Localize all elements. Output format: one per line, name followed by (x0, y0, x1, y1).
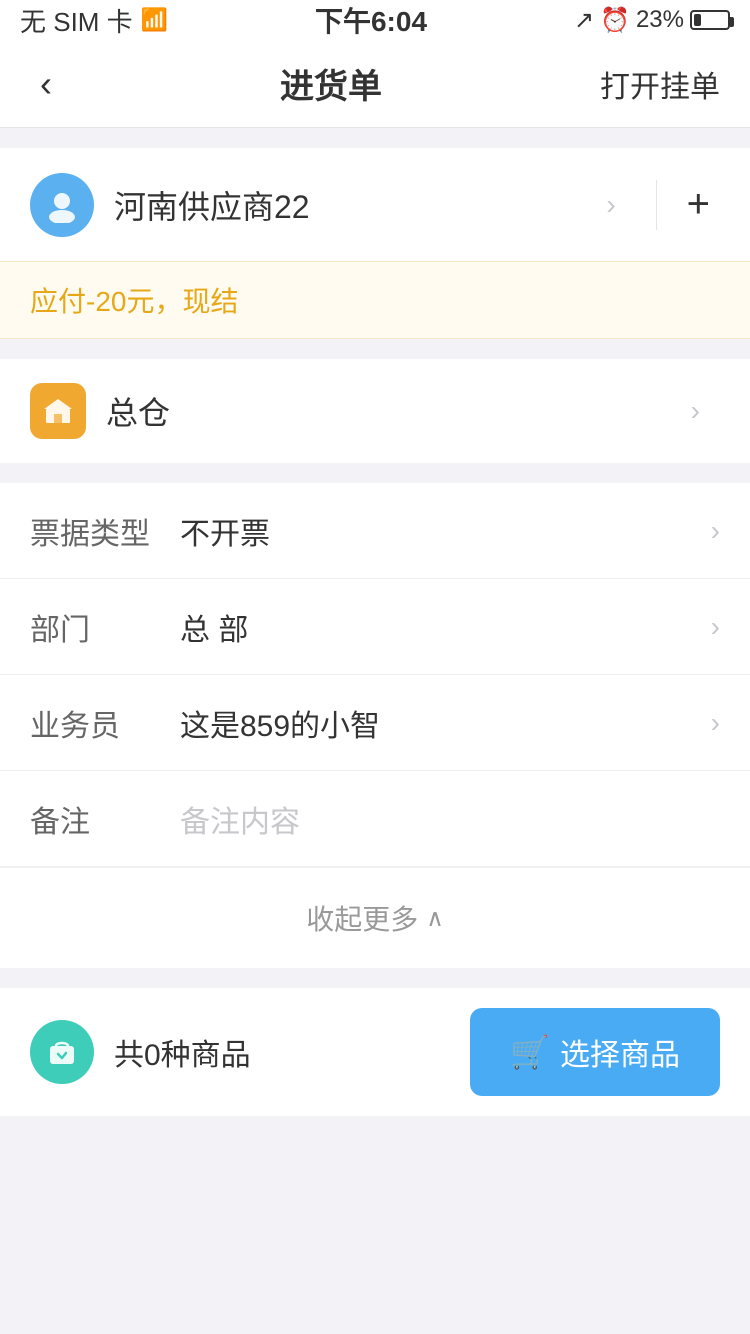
invoice-label: 票据类型 (30, 509, 170, 553)
battery-icon (690, 10, 730, 30)
add-button[interactable]: + (677, 172, 720, 237)
supplier-divider (656, 180, 657, 230)
supplier-avatar (30, 173, 94, 237)
form-section: 票据类型 不开票 › 部门 总 部 › 业务员 这是859的小智 › 备注 备注… (0, 483, 750, 968)
gap-4 (0, 968, 750, 988)
carrier-label: 无 SIM 卡 (20, 2, 133, 39)
invoice-chevron-icon: › (711, 515, 720, 547)
dept-row[interactable]: 部门 总 部 › (0, 579, 750, 675)
product-icon (30, 1020, 94, 1084)
status-time: 下午6:04 (315, 0, 427, 40)
back-button[interactable]: ‹ (30, 53, 62, 115)
notice-bar: 应付-20元，现结 (0, 261, 750, 339)
dept-value: 总 部 (170, 605, 711, 649)
warehouse-icon (30, 383, 86, 439)
gap-3 (0, 463, 750, 483)
warehouse-card[interactable]: 总仓 › (0, 359, 750, 463)
dept-chevron-icon: › (711, 611, 720, 643)
warehouse-row[interactable]: 总仓 › (0, 359, 750, 463)
remark-label: 备注 (30, 797, 170, 841)
staff-row[interactable]: 业务员 这是859的小智 › (0, 675, 750, 771)
collapse-button[interactable]: 收起更多 ∧ (0, 867, 750, 968)
staff-chevron-icon: › (711, 707, 720, 739)
supplier-chevron-icon: › (606, 189, 615, 221)
warehouse-chevron-icon: › (691, 395, 700, 427)
wifi-icon: 📶 (141, 7, 168, 33)
remark-input[interactable]: 备注内容 (170, 797, 720, 841)
status-left: 无 SIM 卡 📶 (20, 2, 168, 39)
invoice-row[interactable]: 票据类型 不开票 › (0, 483, 750, 579)
nav-bar: ‹ 进货单 打开挂单 (0, 40, 750, 128)
select-product-button[interactable]: 🛒 选择商品 (470, 1008, 720, 1096)
status-bar: 无 SIM 卡 📶 下午6:04 ↗ ⏰ 23% (0, 0, 750, 40)
staff-label: 业务员 (30, 701, 170, 745)
page-title: 进货单 (280, 59, 382, 108)
supplier-card: 河南供应商22 › + 应付-20元，现结 (0, 148, 750, 339)
main-content: 河南供应商22 › + 应付-20元，现结 总仓 › 票据 (0, 128, 750, 1116)
supplier-row[interactable]: 河南供应商22 › + (0, 148, 750, 261)
collapse-arrow-icon: ∧ (426, 904, 444, 933)
notice-text: 应付-20元，现结 (30, 286, 238, 317)
staff-value: 这是859的小智 (170, 701, 711, 745)
select-product-icon: 🛒 (510, 1033, 550, 1071)
remark-row[interactable]: 备注 备注内容 (0, 771, 750, 867)
dept-label: 部门 (30, 605, 170, 649)
warehouse-name: 总仓 (106, 388, 691, 434)
bottom-bar: 共0种商品 🛒 选择商品 (0, 988, 750, 1116)
location-icon: ↗ (574, 6, 594, 35)
alarm-icon: ⏰ (600, 6, 630, 35)
supplier-name: 河南供应商22 (114, 182, 606, 228)
gap-1 (0, 128, 750, 148)
status-right: ↗ ⏰ 23% (574, 6, 730, 35)
select-product-label: 选择商品 (560, 1030, 680, 1074)
gap-2 (0, 339, 750, 359)
collapse-label: 收起更多 (306, 898, 418, 938)
battery-percent: 23% (636, 6, 684, 34)
product-count: 共0种商品 (114, 1030, 470, 1074)
open-pending-button[interactable]: 打开挂单 (600, 62, 720, 106)
invoice-value: 不开票 (170, 509, 711, 553)
